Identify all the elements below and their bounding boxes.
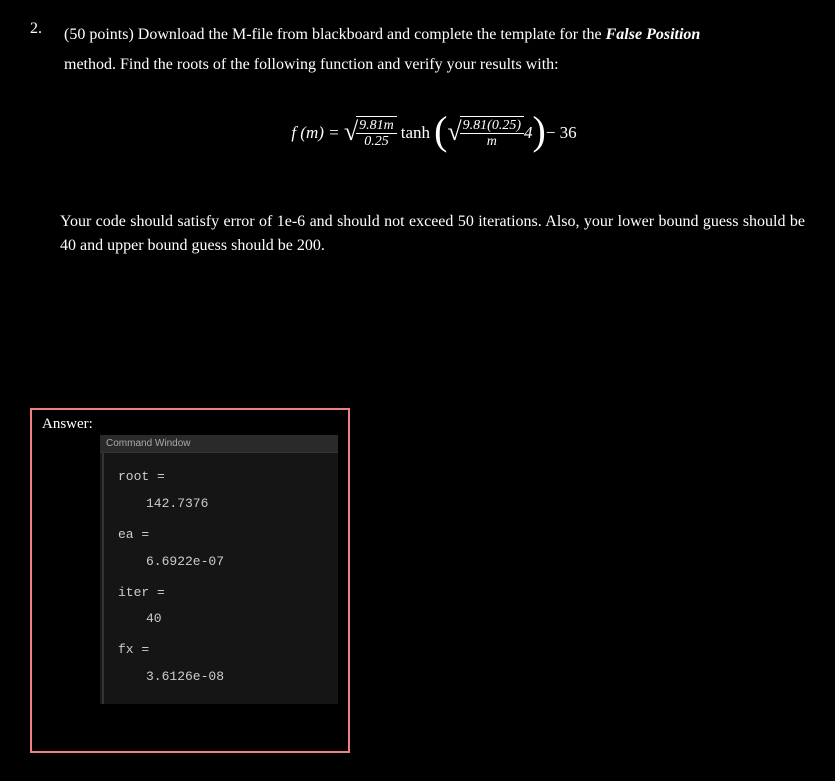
eq-tanh: tanh [401, 123, 430, 143]
eq-exponent: 4 [524, 123, 533, 143]
answer-box: Answer: Command Window root = 142.7376 e… [30, 408, 350, 753]
method-name: False Position [606, 26, 701, 43]
eq-frac1-num: 9.81m [356, 118, 397, 134]
ea-value: 6.6922e-07 [146, 554, 324, 571]
eq-tail: − 36 [546, 123, 577, 143]
fx-value: 3.6126e-08 [146, 669, 324, 686]
problem-block: 2. (50 points) Download the M-file from … [30, 20, 805, 200]
fx-label: fx = [118, 642, 324, 659]
problem-number: 2. [30, 20, 60, 38]
eq-frac2-num: 9.81(0.25) [460, 118, 524, 134]
constraint-text: Your code should satisfy error of 1e-6 a… [30, 210, 805, 258]
eq-lhs: f (m) = [291, 123, 339, 143]
sqrt-icon: √ [344, 117, 358, 147]
command-window: Command Window root = 142.7376 ea = 6.69… [100, 435, 338, 704]
eq-frac1-den: 0.25 [361, 134, 392, 149]
iter-value: 40 [146, 611, 324, 628]
root-label: root = [118, 469, 324, 486]
eq-frac-1: 9.81m 0.25 [356, 116, 397, 150]
ea-label: ea = [118, 527, 324, 544]
command-window-title: Command Window [100, 435, 338, 453]
intro-text: (50 points) Download the M-file from bla… [64, 26, 700, 73]
answer-label: Answer: [42, 416, 338, 433]
eq-frac2-den: m [484, 134, 500, 149]
problem-body: (50 points) Download the M-file from bla… [64, 20, 804, 200]
iter-label: iter = [118, 585, 324, 602]
points-label: (50 points) [64, 26, 134, 43]
intro-part-b: method. Find the roots of the following … [64, 56, 559, 73]
sqrt-icon-2: √ [447, 117, 461, 147]
command-window-body: root = 142.7376 ea = 6.6922e-07 iter = 4… [102, 453, 338, 704]
root-value: 142.7376 [146, 496, 324, 513]
equation: f (m) = √ 9.81m 0.25 tanh ( √ 9.81(0.25)… [64, 116, 804, 150]
eq-frac-2: 9.81(0.25) m [460, 116, 524, 150]
intro-part-a: Download the M-file from blackboard and … [138, 26, 606, 43]
